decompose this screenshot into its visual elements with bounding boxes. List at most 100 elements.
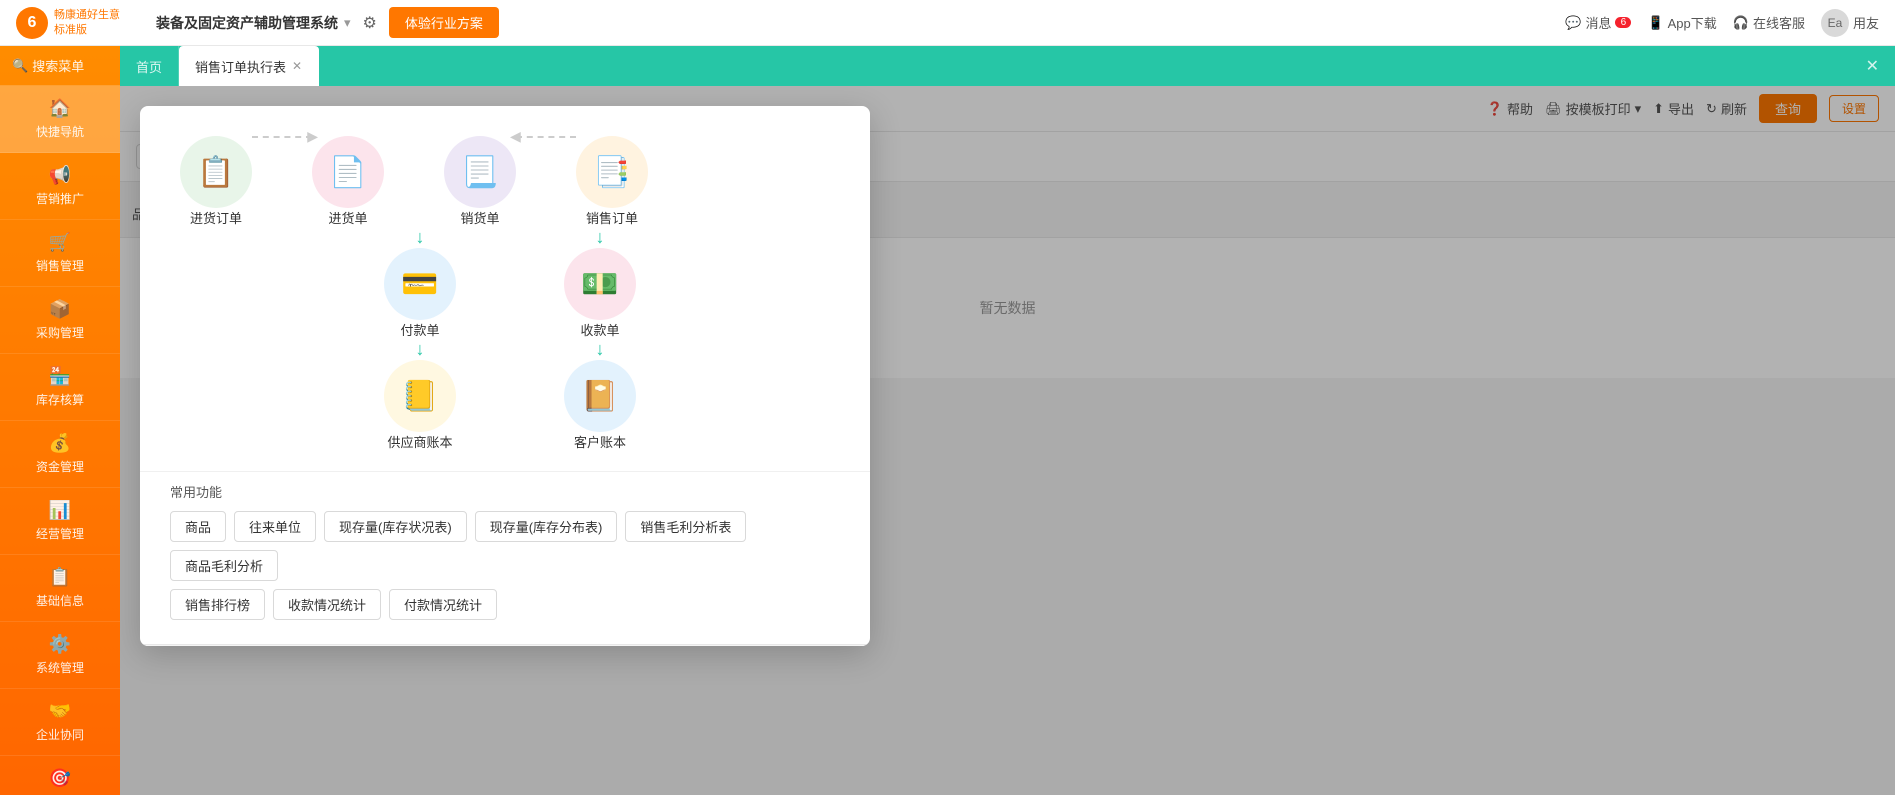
trial-button[interactable]: 体验行业方案 (389, 7, 499, 38)
download-icon: 📱 (1647, 15, 1663, 31)
modal-overlay: 📋 进货订单 ▶ (120, 86, 1895, 795)
finance-icon: 💰 (49, 433, 71, 454)
dropdown-arrow-icon[interactable]: ▾ (344, 15, 351, 31)
app-download-button[interactable]: 📱 App下载 (1647, 13, 1716, 32)
func-btn-payment-stats[interactable]: 付款情况统计 (389, 589, 497, 620)
logo-icon: 6 (16, 7, 48, 39)
sidebar-search[interactable]: 🔍 搜索菜单 (0, 46, 120, 86)
payment-node[interactable]: 💳 (384, 248, 456, 320)
online-service-button[interactable]: 🎧 在线客服 (1733, 13, 1805, 32)
message-button[interactable]: 💬 消息 6 (1565, 13, 1631, 32)
tab-home[interactable]: 首页 (120, 46, 179, 86)
logo-area: 6 畅康通好生意 标准版 (16, 7, 136, 39)
sidebar-item-operations[interactable]: 📊 经营管理 (0, 488, 120, 555)
sidebar-item-system[interactable]: ⚙️ 系统管理 (0, 622, 120, 689)
page-content: ❓ 帮助 🖨 按模板打印 ▾ ⬆ 导出 ↻ 刷新 (120, 86, 1895, 795)
sidebar: 🔍 搜索菜单 🏠 快捷导航 📢 营销推广 🛒 销售管理 📦 采购管理 🏪 (0, 46, 120, 795)
flow-diagram: 📋 进货订单 ▶ (140, 106, 870, 471)
purchase-receipt-icon: 📄 (329, 155, 366, 190)
flow-column-purchase-order: 📋 进货订单 (180, 136, 252, 227)
flow-column-payment: ↓ 💳 付款单 (360, 227, 480, 339)
flow-column-supplier-ledger: ↓ 📒 供应商账本 (360, 339, 480, 451)
func-btn-sales-profit[interactable]: 销售毛利分析表 (625, 511, 746, 542)
sidebar-item-finance[interactable]: 💰 资金管理 (0, 421, 120, 488)
sidebar-item-basic-info[interactable]: 📋 基础信息 (0, 555, 120, 622)
system-icon: ⚙️ (49, 634, 71, 655)
newcomer-icon: 🎯 (49, 768, 71, 789)
sales-receipt-icon: 📃 (461, 155, 498, 190)
flow-modal: 📋 进货订单 ▶ (140, 106, 870, 646)
flow-column-sales-receipt: 📃 销货单 (444, 136, 516, 227)
customer-ledger-label: 客户账本 (574, 432, 626, 451)
receipt-label: 收款单 (580, 320, 619, 339)
sales-order-node[interactable]: 📑 (576, 136, 648, 208)
logo-text: 畅康通好生意 标准版 (54, 8, 120, 37)
supplier-ledger-node[interactable]: 📒 (384, 360, 456, 432)
system-title-area: 装备及固定资产辅助管理系统 ▾ ⚙ 体验行业方案 (156, 7, 1565, 38)
top-header: 6 畅康通好生意 标准版 装备及固定资产辅助管理系统 ▾ ⚙ 体验行业方案 💬 … (0, 0, 1895, 46)
content-area: 首页 销售订单执行表 ✕ ✕ ❓ 帮助 🖨 (120, 46, 1895, 795)
common-functions-area: 常用功能 商品 往来单位 现存量(库存状况表) 现存量(库存分布表) 销售毛利分… (140, 471, 870, 644)
flow-column-sales-order: 📑 销售订单 (576, 136, 648, 227)
receipt-node[interactable]: 💵 (564, 248, 636, 320)
sales-order-label: 销售订单 (586, 208, 638, 227)
tab-bar: 首页 销售订单执行表 ✕ ✕ (120, 46, 1895, 86)
sidebar-item-purchase[interactable]: 📦 采购管理 (0, 287, 120, 354)
marketing-icon: 📢 (49, 165, 71, 186)
purchase-receipt-label: 进货单 (328, 208, 367, 227)
func-btn-product[interactable]: 商品 (170, 511, 226, 542)
sidebar-item-marketing[interactable]: 📢 营销推广 (0, 153, 120, 220)
payment-icon: 💳 (401, 267, 438, 302)
receipt-icon: 💵 (581, 267, 618, 302)
message-icon: 💬 (1565, 15, 1581, 31)
sidebar-item-cooperation[interactable]: 🤝 企业协同 (0, 689, 120, 756)
cooperation-icon: 🤝 (49, 701, 71, 722)
scrollbar-left-arrow[interactable]: ◀ (148, 645, 156, 646)
purchase-order-node[interactable]: 📋 (180, 136, 252, 208)
sidebar-item-inventory[interactable]: 🏪 库存核算 (0, 354, 120, 421)
sidebar-item-quick-nav[interactable]: 🏠 快捷导航 (0, 86, 120, 153)
flow-column-receipt: ↓ 💵 收款单 (540, 227, 660, 339)
func-buttons-row1: 商品 往来单位 现存量(库存状况表) 现存量(库存分布表) 销售毛利分析表 商品… (170, 511, 840, 581)
modal-scrollbar: ◀ ▶ (140, 644, 870, 646)
tab-sales-order-exec[interactable]: 销售订单执行表 ✕ (179, 46, 319, 86)
func-buttons-row2: 销售排行榜 收款情况统计 付款情况统计 (170, 589, 840, 620)
sales-icon: 🛒 (49, 232, 71, 253)
home-icon: 🏠 (49, 98, 71, 119)
inventory-icon: 🏪 (49, 366, 71, 387)
sidebar-item-sales[interactable]: 🛒 销售管理 (0, 220, 120, 287)
supplier-ledger-icon: 📒 (401, 379, 438, 414)
system-title: 装备及固定资产辅助管理系统 (156, 13, 338, 33)
settings-icon[interactable]: ⚙ (363, 13, 377, 33)
func-btn-product-profit[interactable]: 商品毛利分析 (170, 550, 278, 581)
sales-receipt-node[interactable]: 📃 (444, 136, 516, 208)
func-btn-receipt-stats[interactable]: 收款情况统计 (273, 589, 381, 620)
sales-order-icon: 📑 (593, 155, 630, 190)
main-body: 🔍 搜索菜单 🏠 快捷导航 📢 营销推广 🛒 销售管理 📦 采购管理 🏪 (0, 46, 1895, 795)
func-btn-counterparty[interactable]: 往来单位 (234, 511, 316, 542)
tab-close-icon[interactable]: ✕ (292, 59, 302, 73)
message-badge: 6 (1615, 17, 1631, 28)
purchase-order-icon: 📋 (197, 155, 234, 190)
func-btn-sales-rank[interactable]: 销售排行榜 (170, 589, 265, 620)
sidebar-item-newcomer[interactable]: 🎯 新手引导 (0, 756, 120, 795)
purchase-order-label: 进货订单 (190, 208, 242, 227)
avatar: Ea (1821, 9, 1849, 37)
header-right: 💬 消息 6 📱 App下载 🎧 在线客服 Ea 用友 (1565, 9, 1879, 37)
common-funcs-title: 常用功能 (170, 482, 840, 501)
tab-bar-close-button[interactable]: ✕ (1850, 56, 1895, 76)
user-menu[interactable]: Ea 用友 (1821, 9, 1879, 37)
func-btn-stock-dist[interactable]: 现存量(库存分布表) (475, 511, 618, 542)
purchase-receipt-node[interactable]: 📄 (312, 136, 384, 208)
service-icon: 🎧 (1733, 15, 1749, 31)
sales-receipt-label: 销货单 (460, 208, 499, 227)
flow-column-purchase-receipt: 📄 进货单 (312, 136, 384, 227)
flow-column-customer-ledger: ↓ 📔 客户账本 (540, 339, 660, 451)
customer-ledger-node[interactable]: 📔 (564, 360, 636, 432)
supplier-ledger-label: 供应商账本 (387, 432, 452, 451)
func-btn-stock-status[interactable]: 现存量(库存状况表) (324, 511, 467, 542)
customer-ledger-icon: 📔 (581, 379, 618, 414)
operations-icon: 📊 (49, 500, 71, 521)
payment-label: 付款单 (400, 320, 439, 339)
scrollbar-right-arrow[interactable]: ▶ (854, 645, 862, 646)
